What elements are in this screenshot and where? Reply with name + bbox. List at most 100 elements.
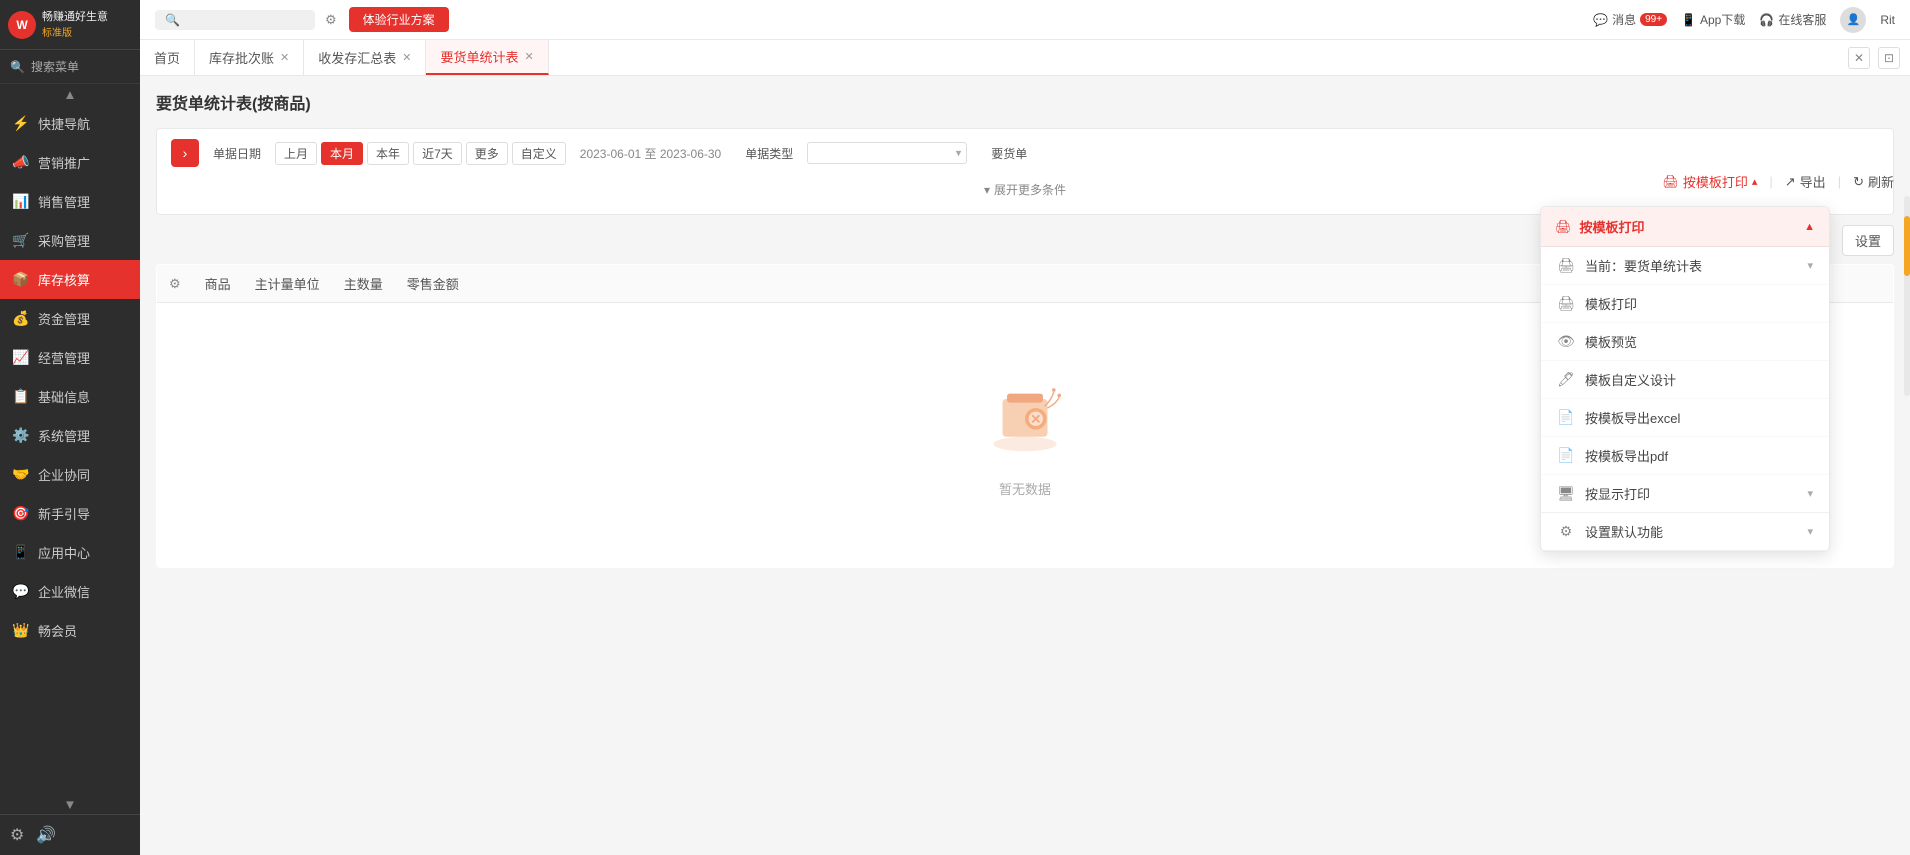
table-settings-icon[interactable]: ⚙ — [169, 276, 181, 291]
tab-receivable-summary-close[interactable]: ✕ — [402, 51, 411, 64]
sidebar-search[interactable]: 🔍 搜索菜单 — [0, 50, 140, 84]
order-type-label: 要货单 — [991, 145, 1027, 162]
topbar-gear-icon[interactable]: ⚙ — [325, 12, 337, 28]
sidebar-scroll-up[interactable]: ▲ — [0, 84, 140, 104]
tabs-actions: ✕ ⊡ — [1838, 47, 1910, 69]
print-template-print[interactable]: 🖨 模板打印 — [1541, 285, 1829, 323]
logo-icon: W — [8, 11, 36, 39]
sidebar-item-vip[interactable]: 👑 畅会员 — [0, 611, 140, 650]
headset-icon: 🎧 — [1759, 13, 1774, 27]
date-btn-this-month[interactable]: 本月 — [321, 142, 363, 165]
template-print-icon: 🖨 — [1557, 295, 1575, 312]
sidebar-item-enterprise[interactable]: 🤝 企业协同 — [0, 455, 140, 494]
refresh-btn[interactable]: ↻ 刷新 — [1853, 172, 1894, 191]
display-print-icon: 🖥 — [1557, 485, 1575, 502]
sidebar-nav: ⚡ 快捷导航 📣 营销推广 📊 销售管理 🛒 采购管理 📦 库存核算 💰 资金管… — [0, 104, 140, 794]
sidebar-item-purchase[interactable]: 🛒 采购管理 — [0, 221, 140, 260]
tab-order-stats[interactable]: 要货单统计表 ✕ — [426, 40, 548, 75]
tab-home-label: 首页 — [154, 48, 180, 67]
sidebar: W 畅赚通好生意 标准版 🔍 搜索菜单 ▲ ⚡ 快捷导航 📣 营销推广 📊 销售… — [0, 0, 140, 855]
refresh-btn-label: 刷新 — [1868, 172, 1894, 191]
expand-label: 展开更多条件 — [994, 181, 1066, 198]
sidebar-item-sales[interactable]: 📊 销售管理 — [0, 182, 140, 221]
inventory-icon: 📦 — [12, 271, 30, 288]
chevron-right-icon: › — [183, 145, 188, 161]
right-scrollbar-thumb — [1904, 216, 1910, 276]
sidebar-item-inventory[interactable]: 📦 库存核算 — [0, 260, 140, 299]
messages-item[interactable]: 💬 消息 99+ — [1593, 11, 1667, 28]
type-select[interactable] — [807, 142, 967, 164]
username-label: Rit — [1880, 13, 1895, 27]
tab-home[interactable]: 首页 — [140, 40, 195, 75]
page-title: 要货单统计表(按商品) — [156, 90, 1894, 114]
new-guide-label: 新手引导 — [38, 504, 90, 523]
print-default-section[interactable]: ⚙ 设置默认功能 ▾ — [1541, 513, 1829, 551]
tab-order-stats-close[interactable]: ✕ — [525, 50, 534, 63]
printer-header-icon: 🖨 — [1555, 219, 1572, 235]
display-print-arrow: ▾ — [1807, 487, 1813, 500]
date-btn-this-year[interactable]: 本年 — [367, 142, 409, 165]
col-settings[interactable]: ⚙ — [157, 265, 193, 303]
current-template-arrow: ▾ — [1807, 259, 1813, 272]
sidebar-item-finance[interactable]: 💰 资金管理 — [0, 299, 140, 338]
print-current-template[interactable]: 🖨 当前：要货单统计表 ▾ — [1541, 247, 1829, 285]
sidebar-item-new-guide[interactable]: 🎯 新手引导 — [0, 494, 140, 533]
tab-expand-btn[interactable]: ⊡ — [1878, 47, 1900, 69]
app-download-item[interactable]: 📱 App下载 — [1681, 11, 1745, 28]
logo-text: 畅赚通好生意 标准版 — [42, 10, 108, 39]
tab-inventory-batch[interactable]: 库存批次账 ✕ — [195, 40, 304, 75]
print-dropdown-header[interactable]: 🖨 按模板打印 ▲ — [1541, 207, 1829, 247]
tab-inventory-batch-close[interactable]: ✕ — [280, 51, 289, 64]
print-export-excel[interactable]: 📄 按模板导出excel — [1541, 399, 1829, 437]
date-btn-custom[interactable]: 自定义 — [512, 142, 566, 165]
export-pdf-icon: 📄 — [1557, 447, 1575, 464]
tab-close-window-btn[interactable]: ✕ — [1848, 47, 1870, 69]
export-excel-icon: 📄 — [1557, 409, 1575, 426]
sidebar-item-basic-info[interactable]: 📋 基础信息 — [0, 377, 140, 416]
export-pdf-label: 按模板导出pdf — [1585, 446, 1813, 465]
date-btn-7days[interactable]: 近7天 — [413, 142, 462, 165]
print-export-pdf[interactable]: 📄 按模板导出pdf — [1541, 437, 1829, 475]
sidebar-item-system[interactable]: ⚙️ 系统管理 — [0, 416, 140, 455]
app-center-icon: 📱 — [12, 544, 30, 561]
filter-expand-icon[interactable]: › — [171, 139, 199, 167]
date-btn-prev-month[interactable]: 上月 — [275, 142, 317, 165]
tabs-bar: 首页 库存批次账 ✕ 收发存汇总表 ✕ 要货单统计表 ✕ ✕ ⊡ — [140, 40, 1910, 76]
sidebar-item-marketing[interactable]: 📣 营销推广 — [0, 143, 140, 182]
print-template-custom[interactable]: 🖊 模板自定义设计 — [1541, 361, 1829, 399]
sidebar-item-operations[interactable]: 📈 经营管理 — [0, 338, 140, 377]
marketing-icon: 📣 — [12, 154, 30, 171]
enterprise-icon: 🤝 — [12, 466, 30, 483]
sidebar-item-app-center[interactable]: 📱 应用中心 — [0, 533, 140, 572]
print-display-section[interactable]: 🖥 按显示打印 ▾ — [1541, 475, 1829, 513]
topbar: 🔍 ⚙ 体验行业方案 💬 消息 99+ 📱 App下载 🎧 在线客服 👤 Rit — [140, 0, 1910, 40]
settings-button[interactable]: 设置 — [1842, 225, 1894, 256]
user-avatar[interactable]: 👤 — [1840, 7, 1866, 33]
vip-icon: 👑 — [12, 622, 30, 639]
date-range-display: 2023-06-01 至 2023-06-30 — [580, 145, 721, 162]
settings-bottom-icon[interactable]: ⚙ — [10, 825, 24, 845]
sidebar-item-quick-nav[interactable]: ⚡ 快捷导航 — [0, 104, 140, 143]
export-btn[interactable]: ↗ 导出 — [1785, 172, 1826, 191]
messages-badge: 99+ — [1640, 13, 1667, 26]
topbar-search[interactable]: 🔍 — [155, 10, 315, 30]
filter-expand-btn[interactable]: ▾ 展开更多条件 — [171, 175, 1879, 204]
printer-icon: 🖨 — [1662, 174, 1679, 190]
sidebar-item-enterprise-wechat[interactable]: 💬 企业微信 — [0, 572, 140, 611]
print-template-preview[interactable]: 👁 模板预览 — [1541, 323, 1829, 361]
promo-button[interactable]: 体验行业方案 — [349, 7, 449, 32]
tab-receivable-summary[interactable]: 收发存汇总表 ✕ — [304, 40, 426, 75]
print-btn-arrow: ▴ — [1752, 175, 1758, 188]
current-template-label: 当前：要货单统计表 — [1585, 256, 1807, 275]
basic-info-label: 基础信息 — [38, 387, 90, 406]
print-template-btn[interactable]: 🖨 按模板打印 ▴ — [1662, 172, 1757, 191]
sidebar-bottom: ⚙ 🔊 — [0, 814, 140, 855]
separator2: | — [1838, 174, 1841, 189]
print-dropdown-collapse-icon[interactable]: ▲ — [1804, 221, 1815, 233]
right-scrollbar[interactable] — [1904, 196, 1910, 396]
date-btn-more[interactable]: 更多 — [466, 142, 508, 165]
sound-bottom-icon[interactable]: 🔊 — [36, 825, 56, 845]
online-service-item[interactable]: 🎧 在线客服 — [1759, 11, 1826, 28]
sidebar-scroll-down[interactable]: ▼ — [0, 794, 140, 814]
display-print-label: 按显示打印 — [1585, 484, 1807, 503]
